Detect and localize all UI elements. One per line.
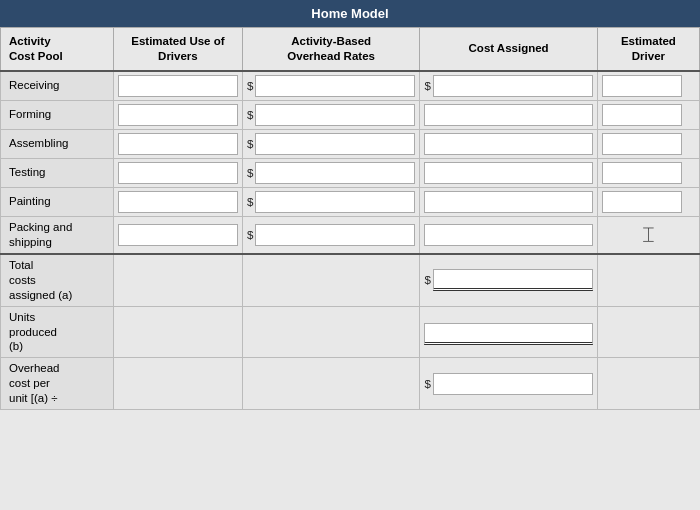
input-cost-painting[interactable] (424, 191, 592, 213)
row-label-units: Unitsproduced(b) (1, 306, 114, 358)
col3-testing: $ (242, 158, 419, 187)
input-cost-testing[interactable] (424, 162, 592, 184)
col4-overhead: $ (420, 358, 597, 410)
table-row: Testing $ (1, 158, 700, 187)
col3-units (242, 306, 419, 358)
input-rates-painting[interactable] (255, 191, 415, 213)
col2-painting (113, 187, 242, 216)
col2-overhead (113, 358, 242, 410)
table-row: Forming $ (1, 100, 700, 129)
col3-painting: $ (242, 187, 419, 216)
col5-packing: ⌶ (597, 216, 699, 253)
col3-forming: $ (242, 100, 419, 129)
units-produced-row: Unitsproduced(b) (1, 306, 700, 358)
title-bar: Home Model (0, 0, 700, 27)
row-label-assembling: Assembling (1, 129, 114, 158)
header-activity-cost-pool: Activity Cost Pool (1, 28, 114, 71)
main-container: Home Model Activity Cost Pool Estimated … (0, 0, 700, 510)
row-label-testing: Testing (1, 158, 114, 187)
input-est-driver-receiving[interactable] (602, 75, 682, 97)
row-label-total: Totalcostsassigned (a) (1, 254, 114, 306)
col4-units (420, 306, 597, 358)
row-label-packing: Packing andshipping (1, 216, 114, 253)
input-total-cost[interactable] (433, 269, 593, 291)
col2-units (113, 306, 242, 358)
col4-packing (420, 216, 597, 253)
input-drivers-painting[interactable] (118, 191, 238, 213)
input-drivers-forming[interactable] (118, 104, 238, 126)
col2-total (113, 254, 242, 306)
col4-total: $ (420, 254, 597, 306)
col4-forming (420, 100, 597, 129)
col5-receiving (597, 71, 699, 101)
input-drivers-receiving[interactable] (118, 75, 238, 97)
col2-assembling (113, 129, 242, 158)
header-activity-based-rates: Activity-Based Overhead Rates (242, 28, 419, 71)
input-est-driver-painting[interactable] (602, 191, 682, 213)
col5-assembling (597, 129, 699, 158)
col2-packing (113, 216, 242, 253)
col4-assembling (420, 129, 597, 158)
row-label-receiving: Receiving (1, 71, 114, 101)
total-costs-row: Totalcostsassigned (a) $ (1, 254, 700, 306)
row-label-overhead: Overheadcost perunit [(a) ÷ (1, 358, 114, 410)
input-overhead-per-unit[interactable] (433, 373, 593, 395)
table-row: Packing andshipping $ (1, 216, 700, 253)
col5-testing (597, 158, 699, 187)
header-estimated-use-drivers: Estimated Use of Drivers (113, 28, 242, 71)
input-units-produced[interactable] (424, 323, 592, 345)
input-est-driver-forming[interactable] (602, 104, 682, 126)
header-cost-assigned: Cost Assigned (420, 28, 597, 71)
col3-total (242, 254, 419, 306)
table-row: Assembling $ (1, 129, 700, 158)
input-rates-forming[interactable] (255, 104, 415, 126)
input-rates-testing[interactable] (255, 162, 415, 184)
input-rates-assembling[interactable] (255, 133, 415, 155)
row-label-painting: Painting (1, 187, 114, 216)
col5-forming (597, 100, 699, 129)
input-drivers-assembling[interactable] (118, 133, 238, 155)
row-label-forming: Forming (1, 100, 114, 129)
col5-painting (597, 187, 699, 216)
header-estimated-driver: Estimated Driver (597, 28, 699, 71)
input-rates-packing[interactable] (255, 224, 415, 246)
col2-receiving (113, 71, 242, 101)
input-est-driver-testing[interactable] (602, 162, 682, 184)
col2-testing (113, 158, 242, 187)
table-container: Activity Cost Pool Estimated Use of Driv… (0, 27, 700, 510)
table-row: Painting $ (1, 187, 700, 216)
input-cost-assembling[interactable] (424, 133, 592, 155)
col4-receiving: $ (420, 71, 597, 101)
col4-painting (420, 187, 597, 216)
input-est-driver-assembling[interactable] (602, 133, 682, 155)
cursor-icon: ⌶ (643, 224, 654, 244)
col4-testing (420, 158, 597, 187)
col3-assembling: $ (242, 129, 419, 158)
input-rates-receiving[interactable] (255, 75, 415, 97)
col5-units (597, 306, 699, 358)
col3-packing: $ (242, 216, 419, 253)
col3-overhead (242, 358, 419, 410)
input-cost-receiving[interactable] (433, 75, 593, 97)
input-cost-packing[interactable] (424, 224, 592, 246)
page-title: Home Model (311, 6, 388, 21)
table-row: Receiving $ (1, 71, 700, 101)
input-drivers-testing[interactable] (118, 162, 238, 184)
input-drivers-packing[interactable] (118, 224, 238, 246)
input-cost-forming[interactable] (424, 104, 592, 126)
overhead-cost-row: Overheadcost perunit [(a) ÷ $ (1, 358, 700, 410)
col2-forming (113, 100, 242, 129)
col5-total (597, 254, 699, 306)
col3-receiving: $ (242, 71, 419, 101)
col5-overhead (597, 358, 699, 410)
